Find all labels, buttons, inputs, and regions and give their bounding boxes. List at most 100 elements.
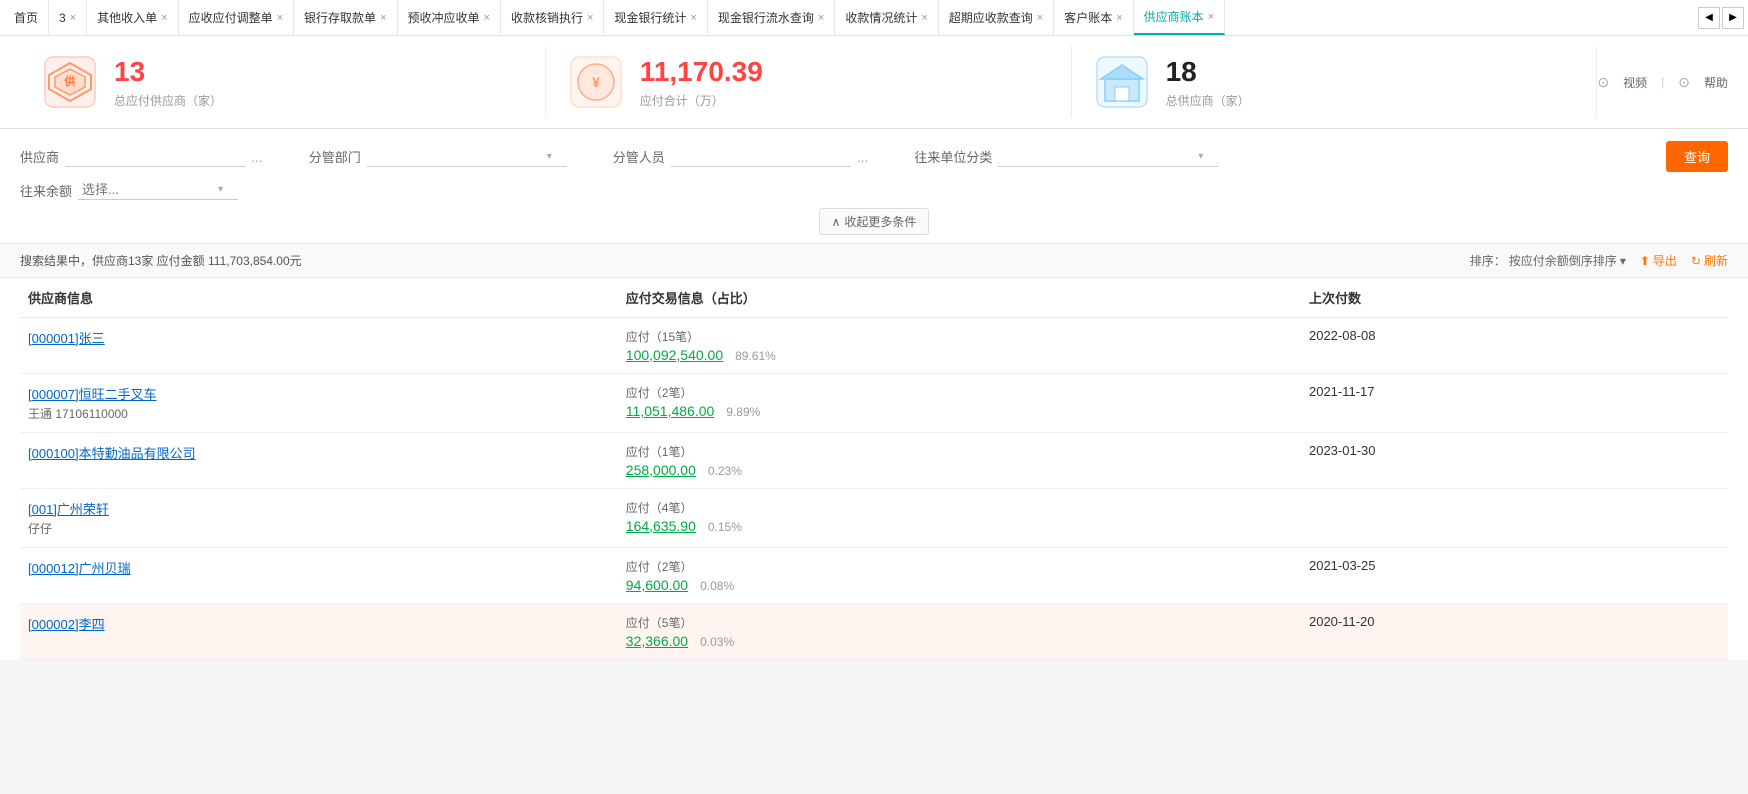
amount-link-0[interactable]: 100,092,540.00 xyxy=(626,347,723,363)
nav-tab-customer-account-close[interactable]: × xyxy=(1116,12,1122,24)
nav-tab-collection-exec-close[interactable]: × xyxy=(587,12,593,24)
nav-tab-prepay-offset[interactable]: 预收冲应收单 × xyxy=(398,0,501,35)
header-supplier: 供应商信息 xyxy=(20,278,618,318)
category-dropdown-icon[interactable]: ▾ xyxy=(1198,151,1203,162)
dept-dropdown-icon[interactable]: ▾ xyxy=(547,151,552,162)
sort-selector[interactable]: 排序： 按应付余额倒序排序 ▾ xyxy=(1470,252,1626,269)
nav-tab-cash-bank-stat[interactable]: 现金银行统计 × xyxy=(604,0,707,35)
nav-tab-cash-bank-stat-close[interactable]: × xyxy=(690,12,696,24)
summary-bar: 供 13 总应付供应商（家） ¥ 11,170.39 应付合计（万） xyxy=(0,36,1748,129)
supplier-icon: 供 xyxy=(40,52,100,112)
amount-link-4[interactable]: 94,600.00 xyxy=(626,577,688,593)
trans-amount-2[interactable]: 258,000.000.23% xyxy=(626,462,1293,478)
nav-tab-ar-adjust-label: 应收应付调整单 xyxy=(189,9,273,26)
trans-amount-1[interactable]: 11,051,486.009.89% xyxy=(626,403,1293,419)
filter-area: 供应商 ... 分管部门 ▾ 分管人员 ... 往来单位分类 ▾ 查询 xyxy=(0,129,1748,244)
summary-info-payable: 11,170.39 应付合计（万） xyxy=(640,56,763,109)
nav-arrow-left[interactable]: ◀ xyxy=(1698,7,1720,29)
nav-tab-3[interactable]: 3 × xyxy=(49,0,87,35)
supplier-filter-input[interactable] xyxy=(65,147,245,167)
transaction-cell-5: 应付（5笔） 32,366.000.03% xyxy=(618,604,1301,660)
person-filter-input[interactable] xyxy=(671,147,851,167)
table-row: [001]广州荣轩仔仔应付（4笔）164,635.900.15% xyxy=(20,489,1728,548)
nav-tab-customer-account[interactable]: 客户账本 × xyxy=(1054,0,1133,35)
trans-amount-3[interactable]: 164,635.900.15% xyxy=(626,518,1293,534)
summary-info-suppliers: 13 总应付供应商（家） xyxy=(114,56,222,109)
nav-tab-ar-adjust-close[interactable]: × xyxy=(277,12,283,24)
export-button[interactable]: ⬆ 导出 xyxy=(1640,252,1677,269)
amount-link-1[interactable]: 11,051,486.00 xyxy=(626,403,715,419)
total-suppliers-label: 总供应商（家） xyxy=(1166,92,1250,109)
nav-tab-collection-exec[interactable]: 收款核销执行 × xyxy=(501,0,604,35)
balance-filter-input[interactable] xyxy=(78,180,218,199)
supplier-link-4[interactable]: [000012]广州贝瑞 xyxy=(28,561,131,576)
nav-tab-supplier-account[interactable]: 供应商账本 × xyxy=(1134,0,1225,35)
lastpay-date-4: 2021-03-25 xyxy=(1309,558,1376,573)
sort-value: 按应付余额倒序排序 xyxy=(1509,252,1617,269)
lastpay-cell-3 xyxy=(1301,489,1728,548)
amount-link-3[interactable]: 164,635.90 xyxy=(626,518,696,534)
supplier-link-5[interactable]: [000002]李四 xyxy=(28,617,105,632)
nav-tab-prepay-offset-close[interactable]: × xyxy=(484,12,490,24)
results-summary: 搜索结果中，供应商13家 应付金额 111,703,854.00元 xyxy=(20,252,302,269)
trans-amount-5[interactable]: 32,366.000.03% xyxy=(626,633,1293,649)
nav-tab-cash-bank-flow-close[interactable]: × xyxy=(818,12,824,24)
nav-tab-home-label: 首页 xyxy=(14,9,38,26)
trans-info-2: 应付（1笔） xyxy=(626,443,1293,460)
trans-info-1: 应付（2笔） xyxy=(626,384,1293,401)
table-row: [000007]恒旺二手叉车王通 17106110000 应付（2笔） 11,051… xyxy=(20,374,1728,433)
refresh-button[interactable]: ↻ 刷新 xyxy=(1691,252,1728,269)
summary-actions: ⊙ 视频 | ⊙ 帮助 xyxy=(1597,74,1728,91)
dept-filter-input[interactable] xyxy=(367,147,547,166)
results-actions: 排序： 按应付余额倒序排序 ▾ ⬆ 导出 ↻ 刷新 xyxy=(1470,252,1728,269)
nav-tab-collection-stat[interactable]: 收款情况统计 × xyxy=(835,0,938,35)
nav-tab-overdue-query-close[interactable]: × xyxy=(1037,12,1043,24)
nav-tab-other-income[interactable]: 其他收入单 × xyxy=(87,0,178,35)
nav-tab-cash-bank-flow[interactable]: 现金银行流水查询 × xyxy=(708,0,835,35)
nav-arrows: ◀ ▶ xyxy=(1698,7,1744,29)
video-link[interactable]: 视频 xyxy=(1623,74,1647,91)
supplier-cell-0: [000001]张三 xyxy=(20,318,618,374)
nav-tab-3-close[interactable]: × xyxy=(70,12,76,24)
lastpay-cell-0: 2022-08-08 xyxy=(1301,318,1728,374)
nav-tab-supplier-account-close[interactable]: × xyxy=(1208,11,1214,23)
nav-tab-bank-deposit-close[interactable]: × xyxy=(380,12,386,24)
amount-link-2[interactable]: 258,000.00 xyxy=(626,462,696,478)
collapse-button[interactable]: ∧ 收起更多条件 xyxy=(819,208,930,235)
nav-tab-collection-stat-close[interactable]: × xyxy=(921,12,927,24)
filter-row-2: 往来余额 ▾ xyxy=(20,180,1728,200)
person-filter-label: 分管人员 xyxy=(613,147,665,166)
nav-arrow-right[interactable]: ▶ xyxy=(1722,7,1744,29)
supplier-sub-1: 王通 17106110000 xyxy=(28,405,610,422)
help-link[interactable]: 帮助 xyxy=(1704,74,1728,91)
export-label: 导出 xyxy=(1653,252,1677,269)
trans-amount-0[interactable]: 100,092,540.0089.61% xyxy=(626,347,1293,363)
supplier-cell-1: [000007]恒旺二手叉车王通 17106110000 xyxy=(20,374,618,433)
amount-link-5[interactable]: 32,366.00 xyxy=(626,633,688,649)
nav-tab-ar-adjust[interactable]: 应收应付调整单 × xyxy=(179,0,294,35)
trans-info-5: 应付（5笔） xyxy=(626,614,1293,631)
nav-tab-cash-bank-flow-label: 现金银行流水查询 xyxy=(718,9,814,26)
nav-tab-other-income-close[interactable]: × xyxy=(161,12,167,24)
transaction-cell-1: 应付（2笔） 11,051,486.009.89% xyxy=(618,374,1301,433)
trans-amount-4[interactable]: 94,600.000.08% xyxy=(626,577,1293,593)
supplier-link-0[interactable]: [000001]张三 xyxy=(28,331,105,346)
nav-tab-bank-deposit[interactable]: 银行存取款单 × xyxy=(294,0,397,35)
balance-dropdown-icon[interactable]: ▾ xyxy=(218,184,223,195)
supplier-link-2[interactable]: [000100]本特勤油品有限公司 xyxy=(28,446,196,461)
total-suppliers-value: 18 xyxy=(1166,56,1250,88)
nav-tab-home[interactable]: 首页 xyxy=(4,0,49,35)
category-filter-input[interactable] xyxy=(998,147,1198,166)
lastpay-date-1: 2021-11-17 xyxy=(1309,384,1375,399)
supplier-link-1[interactable]: [000007]恒旺二手叉车 xyxy=(28,387,157,402)
person-filter-dots[interactable]: ... xyxy=(857,149,869,165)
total-payable-suppliers-value: 13 xyxy=(114,56,222,88)
supplier-filter-label: 供应商 xyxy=(20,147,59,166)
lastpay-cell-5: 2020-11-20 xyxy=(1301,604,1728,660)
supplier-filter-dots[interactable]: ... xyxy=(251,149,263,165)
nav-tab-overdue-query[interactable]: 超期应收款查询 × xyxy=(939,0,1054,35)
query-button[interactable]: 查询 xyxy=(1666,141,1728,172)
supplier-link-3[interactable]: [001]广州荣轩 xyxy=(28,502,109,517)
total-payable-amount-label: 应付合计（万） xyxy=(640,92,763,109)
filter-category: 往来单位分类 ▾ xyxy=(914,147,1218,167)
